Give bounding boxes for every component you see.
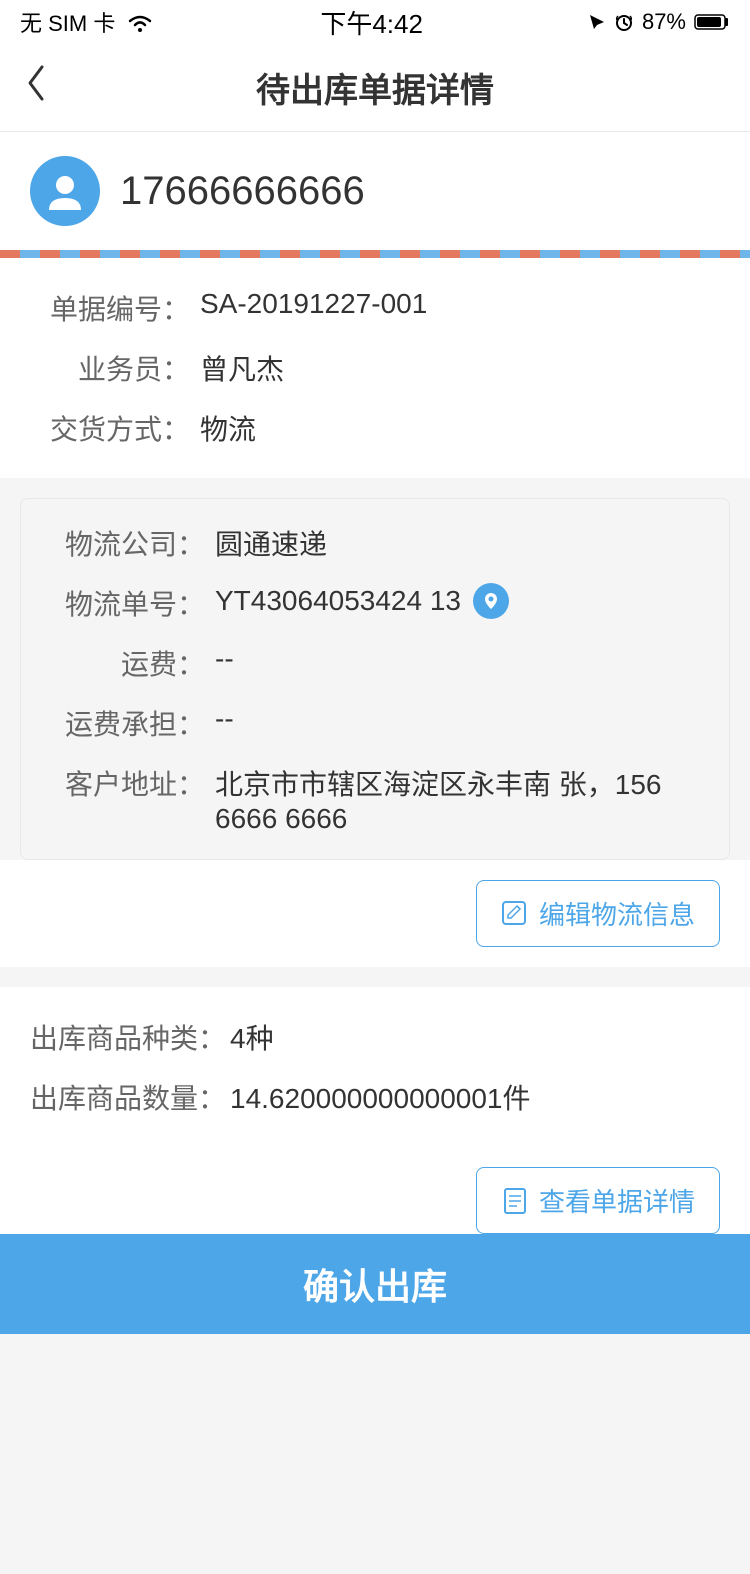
edit-logistics-label: 编辑物流信息 [539, 895, 695, 932]
page-title: 待出库单据详情 [256, 63, 494, 112]
document-number-label: 单据编号： [30, 288, 190, 328]
goods-types-value: 4种 [230, 1017, 720, 1057]
delivery-method-label: 交货方式： [30, 408, 190, 448]
back-button[interactable] [24, 63, 48, 112]
battery-percent: 87% [642, 9, 686, 35]
confirm-button-label: 确认出库 [303, 1258, 447, 1310]
logistics-company-label: 物流公司： [45, 523, 205, 563]
user-avatar [30, 156, 100, 226]
battery-icon [694, 13, 730, 31]
goods-quantity-label: 出库商品数量： [30, 1077, 230, 1117]
goods-types-label: 出库商品种类： [30, 1017, 230, 1057]
delivery-method-row: 交货方式： 物流 [30, 408, 720, 448]
dashed-divider [0, 250, 750, 258]
logistics-company-value: 圆通速递 [205, 523, 705, 563]
address-value: 北京市市辖区海淀区永丰南 张，156 6666 6666 [205, 763, 705, 835]
location-arrow-icon [588, 13, 606, 31]
tracking-label: 物流单号： [45, 583, 205, 623]
sales-person-value: 曾凡杰 [190, 348, 720, 388]
view-detail-label: 查看单据详情 [539, 1182, 695, 1219]
address-row: 客户地址： 北京市市辖区海淀区永丰南 张，156 6666 6666 [45, 763, 705, 835]
freight-label: 运费： [45, 643, 205, 683]
goods-types-row: 出库商品种类： 4种 [30, 1017, 720, 1057]
freight-row: 运费： -- [45, 643, 705, 683]
freight-bearer-value: -- [205, 703, 705, 735]
goods-section: 出库商品种类： 4种 出库商品数量： 14.620000000000001件 [0, 987, 750, 1147]
user-section: 17666666666 [0, 132, 750, 250]
status-time: 下午4:42 [320, 4, 423, 41]
document-icon [501, 1187, 529, 1215]
user-avatar-icon [44, 170, 86, 212]
edit-logistics-container: 编辑物流信息 [0, 860, 750, 967]
tracking-value: YT43064053424 13 [205, 583, 705, 619]
edit-icon [501, 900, 529, 928]
status-right: 87% [588, 9, 730, 35]
section-separator [0, 967, 750, 987]
wifi-icon [125, 11, 155, 33]
freight-bearer-row: 运费承担： -- [45, 703, 705, 743]
logistics-company-row: 物流公司： 圆通速递 [45, 523, 705, 563]
goods-quantity-value: 14.620000000000001件 [230, 1077, 720, 1117]
document-number-value: SA-20191227-001 [190, 288, 720, 320]
freight-value: -- [205, 643, 705, 675]
user-phone: 17666666666 [120, 169, 365, 214]
view-detail-button[interactable]: 查看单据详情 [476, 1167, 720, 1234]
nav-bar: 待出库单据详情 [0, 44, 750, 132]
sales-person-row: 业务员： 曾凡杰 [30, 348, 720, 388]
tracking-row: 物流单号： YT43064053424 13 [45, 583, 705, 623]
basic-info-section: 单据编号： SA-20191227-001 业务员： 曾凡杰 交货方式： 物流 [0, 258, 750, 478]
address-label: 客户地址： [45, 763, 205, 803]
status-bar: 无 SIM 卡 下午4:42 87% [0, 0, 750, 44]
freight-bearer-label: 运费承担： [45, 703, 205, 743]
carrier-text: 无 SIM 卡 [20, 6, 115, 38]
content: 17666666666 单据编号： SA-20191227-001 业务员： 曾… [0, 132, 750, 1574]
document-number-row: 单据编号： SA-20191227-001 [30, 288, 720, 328]
logistics-section: 物流公司： 圆通速递 物流单号： YT43064053424 13 运费： --… [20, 498, 730, 860]
goods-quantity-row: 出库商品数量： 14.620000000000001件 [30, 1077, 720, 1117]
alarm-icon [614, 12, 634, 32]
status-left: 无 SIM 卡 [20, 6, 155, 38]
sales-person-label: 业务员： [30, 348, 190, 388]
edit-logistics-button[interactable]: 编辑物流信息 [476, 880, 720, 947]
confirm-button[interactable]: 确认出库 [0, 1234, 750, 1334]
tracking-location-icon[interactable] [473, 583, 509, 619]
delivery-method-value: 物流 [190, 408, 720, 448]
